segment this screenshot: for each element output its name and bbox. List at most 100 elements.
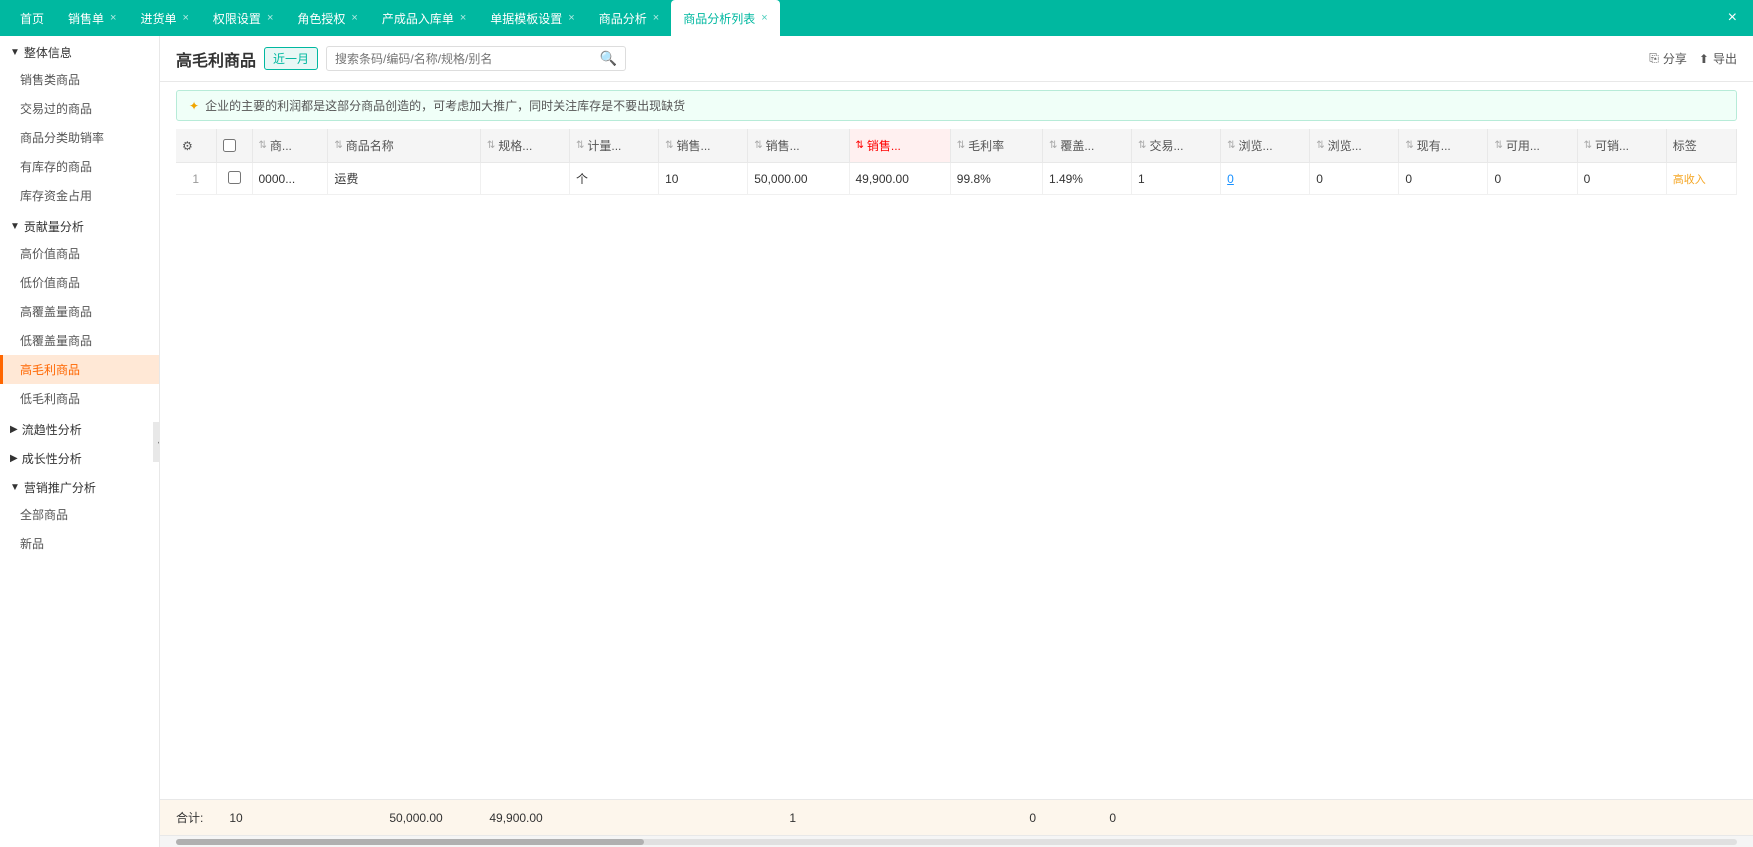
close-template-tab[interactable]: × (568, 12, 574, 24)
nav-role[interactable]: 角色授权 × (285, 0, 369, 36)
total-empty1 (583, 811, 783, 825)
cell-sale-profit: 49,900.00 (849, 163, 950, 195)
sort-icon-browse1: ⇅ (1227, 140, 1235, 151)
th-sale-amt[interactable]: ⇅ 销售... (748, 129, 849, 163)
close-sales-tab[interactable]: × (110, 12, 116, 24)
select-all-checkbox[interactable] (223, 139, 236, 152)
sidebar-item-high-coverage[interactable]: 高覆盖量商品 (0, 297, 159, 326)
header-actions: ⎘ 分享 ⬆ 导出 (1649, 50, 1737, 67)
sidebar-item-all-products[interactable]: 全部商品 (0, 500, 159, 529)
cell-stock: 0 (1399, 163, 1488, 195)
th-gross-margin[interactable]: ⇅ 毛利率 (950, 129, 1042, 163)
nav-permission[interactable]: 权限设置 × (201, 0, 285, 36)
horizontal-scrollbar[interactable] (160, 835, 1753, 847)
sidebar-group-overall[interactable]: ▼ 整体信息 (0, 36, 159, 65)
th-saleable[interactable]: ⇅ 可销... (1577, 129, 1666, 163)
data-table-wrapper[interactable]: ⚙ ⇅ 商... (176, 129, 1737, 799)
search-icon[interactable]: 🔍 (600, 50, 617, 67)
th-sale-profit[interactable]: ⇅ 销售... (849, 129, 950, 163)
nav-product-inbound[interactable]: 产成品入库单 × (370, 0, 478, 36)
th-transaction[interactable]: ⇅ 交易... (1132, 129, 1221, 163)
sidebar-item-in-stock[interactable]: 有库存的商品 (0, 152, 159, 181)
th-unit[interactable]: ⇅ 计量... (570, 129, 659, 163)
close-all-button[interactable]: × (1720, 9, 1745, 27)
cell-name: 运费 (328, 163, 481, 195)
close-product-analysis-list-tab[interactable]: × (761, 12, 767, 24)
sort-icon-saleable: ⇅ (1584, 140, 1592, 151)
th-checkbox (216, 129, 252, 163)
th-stock[interactable]: ⇅ 现有... (1399, 129, 1488, 163)
th-browse1[interactable]: ⇅ 浏览... (1221, 129, 1310, 163)
nav-template[interactable]: 单据模板设置 × (478, 0, 586, 36)
content-header: 高毛利商品 近一月 🔍 ⎘ 分享 ⬆ 导出 (160, 36, 1753, 82)
close-purchase-tab[interactable]: × (182, 12, 188, 24)
cell-available: 0 (1488, 163, 1577, 195)
sort-icon-code: ⇅ (259, 140, 267, 151)
sort-icon-browse2: ⇅ (1316, 140, 1324, 151)
sidebar-collapse-button[interactable]: « (153, 422, 160, 462)
nav-purchase[interactable]: 进货单 × (128, 0, 200, 36)
th-name[interactable]: ⇅ 商品名称 (328, 129, 481, 163)
info-banner: ✦ 企业的主要的利润都是这部分商品创造的，可考虑加大推广，同时关注库存是不要出现… (176, 90, 1737, 121)
sidebar-item-low-coverage[interactable]: 低覆盖量商品 (0, 326, 159, 355)
nav-product-analysis-list[interactable]: 商品分析列表 × (671, 0, 779, 36)
period-button[interactable]: 近一月 (264, 47, 318, 70)
scrollbar-thumb[interactable] (176, 839, 644, 845)
sort-icon-name: ⇅ (334, 140, 342, 151)
total-available: 0 (1103, 811, 1183, 825)
sidebar-group-marketing[interactable]: ▼ 营销推广分析 (0, 471, 159, 500)
total-stock: 0 (1023, 811, 1103, 825)
cell-sale-amt: 50,000.00 (748, 163, 849, 195)
cell-browse1[interactable]: 0 (1221, 163, 1310, 195)
sidebar-group-growth[interactable]: ▶ 成长性分析 (0, 442, 159, 471)
nav-product-analysis[interactable]: 商品分析 × (587, 0, 671, 36)
share-button[interactable]: ⎘ 分享 (1649, 50, 1687, 67)
sidebar-item-stock-capital[interactable]: 库存资金占用 (0, 181, 159, 210)
cell-browse2: 0 (1310, 163, 1399, 195)
browse1-link[interactable]: 0 (1227, 172, 1234, 186)
sidebar: « ▼ 整体信息 销售类商品 交易过的商品 商品分类助销率 有库存的商品 库存资… (0, 36, 160, 847)
th-spec[interactable]: ⇅ 规格... (480, 129, 569, 163)
sidebar-item-traded-products[interactable]: 交易过的商品 (0, 94, 159, 123)
sidebar-item-sales-products[interactable]: 销售类商品 (0, 65, 159, 94)
nav-home[interactable]: 首页 (8, 0, 56, 36)
cell-checkbox[interactable] (216, 163, 252, 195)
nav-sales[interactable]: 销售单 × (56, 0, 128, 36)
close-permission-tab[interactable]: × (267, 12, 273, 24)
cell-unit: 个 (570, 163, 659, 195)
sort-icon-spec: ⇅ (487, 140, 495, 151)
close-role-tab[interactable]: × (351, 12, 357, 24)
sidebar-item-low-value[interactable]: 低价值商品 (0, 268, 159, 297)
close-product-analysis-tab[interactable]: × (653, 12, 659, 24)
footer-total: 合计: 10 50,000.00 49,900.00 1 0 0 (160, 799, 1753, 835)
sidebar-item-new-products[interactable]: 新品 (0, 529, 159, 558)
th-sale-qty[interactable]: ⇅ 销售... (659, 129, 748, 163)
th-browse2[interactable]: ⇅ 浏览... (1310, 129, 1399, 163)
row-checkbox[interactable] (228, 171, 241, 184)
th-available[interactable]: ⇅ 可用... (1488, 129, 1577, 163)
th-tag: 标签 (1666, 129, 1736, 163)
sort-icon-transaction: ⇅ (1138, 140, 1146, 151)
sidebar-group-contribution[interactable]: ▼ 贡献量分析 (0, 210, 159, 239)
sort-icon-sale-profit: ⇅ (856, 140, 864, 151)
table-row: 1 0000... 运费 个 10 50,000.00 49,900.00 99… (176, 163, 1737, 195)
cell-gross-margin: 99.8% (950, 163, 1042, 195)
sidebar-item-category-assist[interactable]: 商品分类助销率 (0, 123, 159, 152)
th-code[interactable]: ⇅ 商... (252, 129, 328, 163)
sidebar-group-flow[interactable]: ▶ 流趋性分析 (0, 413, 159, 442)
scrollbar-track[interactable] (176, 839, 1737, 845)
export-button[interactable]: ⬆ 导出 (1699, 50, 1737, 67)
sidebar-item-high-value[interactable]: 高价值商品 (0, 239, 159, 268)
settings-icon[interactable]: ⚙ (182, 139, 193, 153)
close-product-inbound-tab[interactable]: × (460, 12, 466, 24)
total-empty2 (863, 811, 1023, 825)
sidebar-item-low-margin[interactable]: 低毛利商品 (0, 384, 159, 413)
share-icon: ⎘ (1649, 51, 1659, 66)
group-arrow-contribution: ▼ (10, 221, 20, 232)
sidebar-item-high-margin[interactable]: 高毛利商品 (0, 355, 159, 384)
group-arrow-marketing: ▼ (10, 482, 20, 493)
tag-badge: 高收入 (1673, 174, 1706, 186)
th-coverage[interactable]: ⇅ 覆盖... (1042, 129, 1131, 163)
cell-spec (480, 163, 569, 195)
search-input[interactable] (335, 52, 600, 66)
